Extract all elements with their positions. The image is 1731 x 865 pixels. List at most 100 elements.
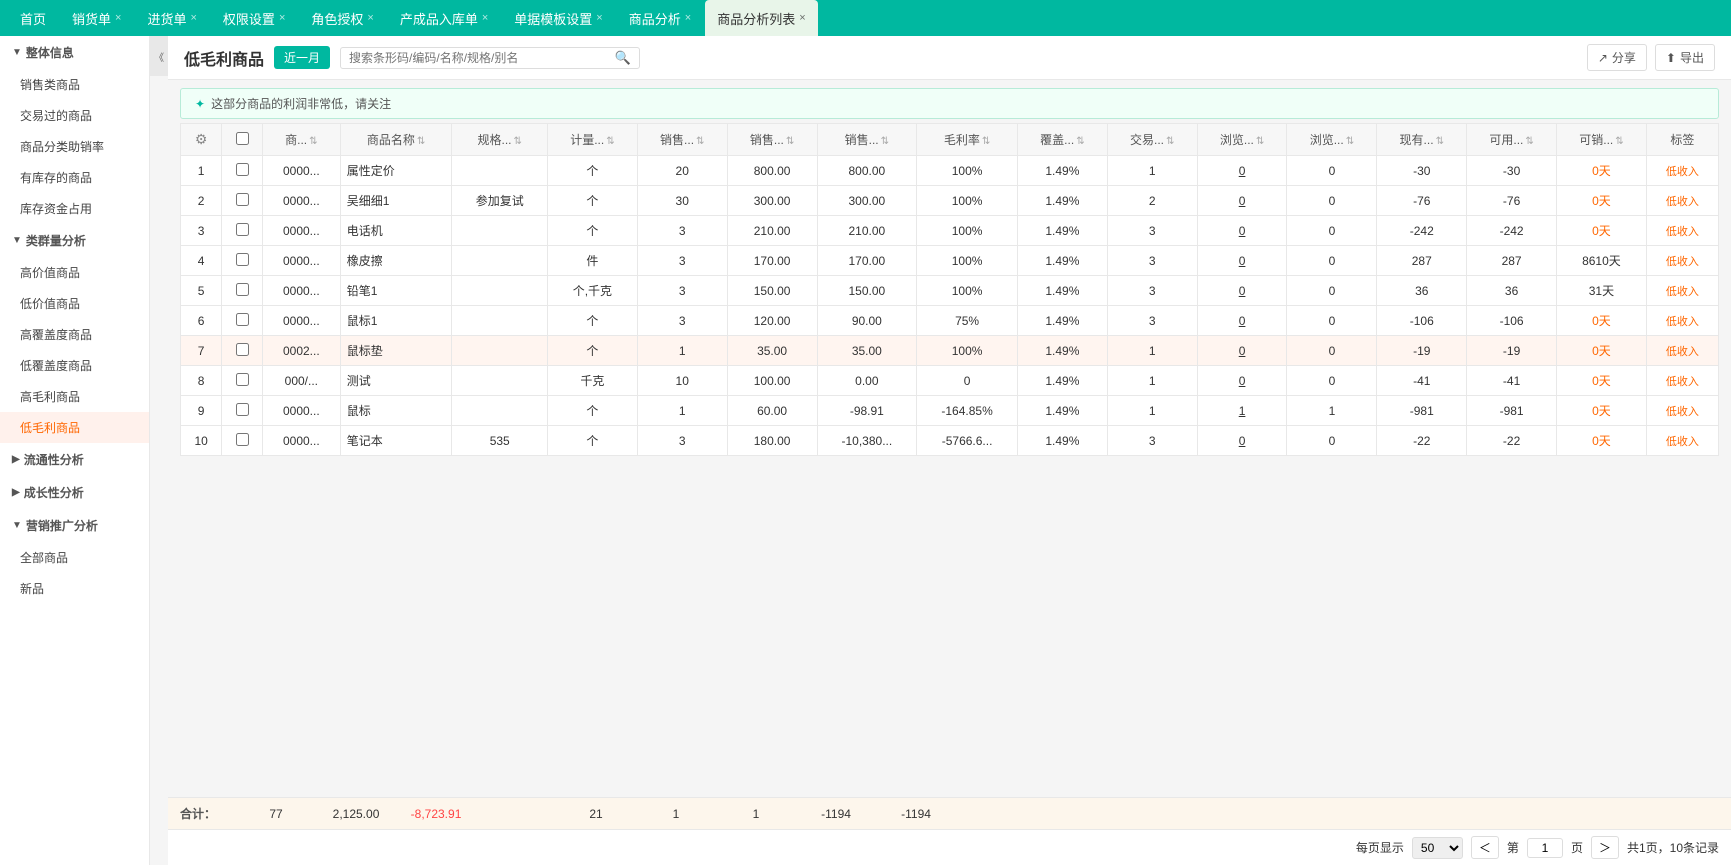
col-tag[interactable]: 标签 <box>1646 124 1718 156</box>
col-coverage[interactable]: 覆盖...⇅ <box>1017 124 1107 156</box>
page-size-select[interactable]: 50 100 200 <box>1412 837 1463 859</box>
row-checkbox[interactable] <box>236 253 249 266</box>
sort-icon-b1: ⇅ <box>1256 136 1264 147</box>
nav-template-close[interactable]: × <box>596 12 602 24</box>
nav-purchase-order-close[interactable]: × <box>190 12 196 24</box>
col-browse2[interactable]: 浏览...⇅ <box>1287 124 1377 156</box>
search-input[interactable] <box>349 51 615 65</box>
row-browse1[interactable]: 0 <box>1197 276 1287 306</box>
sidebar-item-low-margin[interactable]: 低毛利商品 <box>0 412 149 443</box>
nav-product-entry-close[interactable]: × <box>482 12 488 24</box>
row-browse1[interactable]: 0 <box>1197 156 1287 186</box>
row-checkbox-cell[interactable] <box>222 336 263 366</box>
date-filter-button[interactable]: 近一月 <box>274 46 330 69</box>
col-checkbox[interactable] <box>222 124 263 156</box>
sidebar-item-sales-products[interactable]: 销售类商品 <box>0 69 149 100</box>
nav-role-auth[interactable]: 角色授权 × <box>299 0 385 36</box>
sidebar-item-category-rate[interactable]: 商品分类助销率 <box>0 131 149 162</box>
sidebar-group-overall[interactable]: ▼ 整体信息 <box>0 36 149 69</box>
nav-permission-close[interactable]: × <box>279 12 285 24</box>
sidebar-item-traded-products[interactable]: 交易过的商品 <box>0 100 149 131</box>
col-name[interactable]: 商品名称⇅ <box>340 124 452 156</box>
col-current[interactable]: 现有...⇅ <box>1377 124 1467 156</box>
col-sales-amount[interactable]: 销售...⇅ <box>817 124 917 156</box>
nav-sales-order[interactable]: 销货单 × <box>60 0 133 36</box>
sidebar-group-marketing[interactable]: ▼ 营销推广分析 <box>0 509 149 542</box>
col-code[interactable]: 商...⇅ <box>262 124 340 156</box>
nav-analysis-list-close[interactable]: × <box>799 12 805 24</box>
col-sales-qty[interactable]: 销售...⇅ <box>637 124 727 156</box>
nav-template-settings[interactable]: 单据模板设置 × <box>502 0 614 36</box>
col-available[interactable]: 可用...⇅ <box>1467 124 1557 156</box>
arrow-icon-2: ▼ <box>12 235 22 246</box>
sidebar-item-new-products[interactable]: 新品 <box>0 573 149 604</box>
row-checkbox-cell[interactable] <box>222 276 263 306</box>
row-checkbox-cell[interactable] <box>222 366 263 396</box>
col-sales-price[interactable]: 销售...⇅ <box>727 124 817 156</box>
next-page-button[interactable]: ＞ <box>1591 836 1619 859</box>
row-checkbox-cell[interactable] <box>222 186 263 216</box>
row-spec <box>452 156 548 186</box>
sidebar-group-cluster[interactable]: ▼ 类群量分析 <box>0 224 149 257</box>
row-checkbox[interactable] <box>236 373 249 386</box>
nav-home[interactable]: 首页 <box>8 0 58 36</box>
col-setting[interactable]: ⚙ <box>181 124 222 156</box>
nav-permission[interactable]: 权限设置 × <box>211 0 297 36</box>
row-browse1[interactable]: 0 <box>1197 216 1287 246</box>
row-checkbox[interactable] <box>236 313 249 326</box>
sidebar-item-high-margin[interactable]: 高毛利商品 <box>0 381 149 412</box>
col-gross-rate[interactable]: 毛利率⇅ <box>917 124 1018 156</box>
row-browse2: 0 <box>1287 156 1377 186</box>
share-button[interactable]: ↗ 分享 <box>1587 44 1647 71</box>
row-checkbox-cell[interactable] <box>222 216 263 246</box>
row-checkbox-cell[interactable] <box>222 156 263 186</box>
sidebar-item-high-value[interactable]: 高价值商品 <box>0 257 149 288</box>
row-browse1[interactable]: 0 <box>1197 186 1287 216</box>
row-checkbox[interactable] <box>236 163 249 176</box>
nav-product-entry[interactable]: 产成品入库单 × <box>388 0 500 36</box>
nav-sales-order-close[interactable]: × <box>115 12 121 24</box>
row-checkbox[interactable] <box>236 223 249 236</box>
col-unit[interactable]: 计量...⇅ <box>547 124 637 156</box>
row-browse1[interactable]: 0 <box>1197 246 1287 276</box>
row-checkbox-cell[interactable] <box>222 306 263 336</box>
row-checkbox[interactable] <box>236 343 249 356</box>
row-sales-amount: -98.91 <box>817 396 917 426</box>
row-checkbox[interactable] <box>236 433 249 446</box>
sidebar-item-all-products[interactable]: 全部商品 <box>0 542 149 573</box>
row-checkbox[interactable] <box>236 403 249 416</box>
col-browse1[interactable]: 浏览...⇅ <box>1197 124 1287 156</box>
prev-page-button[interactable]: ＜ <box>1471 836 1499 859</box>
col-transaction[interactable]: 交易...⇅ <box>1107 124 1197 156</box>
row-browse1[interactable]: 0 <box>1197 336 1287 366</box>
row-checkbox-cell[interactable] <box>222 426 263 456</box>
gear-icon[interactable]: ⚙ <box>195 131 208 147</box>
nav-purchase-order[interactable]: 进货单 × <box>135 0 208 36</box>
row-checkbox-cell[interactable] <box>222 396 263 426</box>
sidebar-item-stock-fund[interactable]: 库存资金占用 <box>0 193 149 224</box>
nav-analysis-close[interactable]: × <box>685 12 691 24</box>
sidebar-collapse-button[interactable]: 《 <box>150 36 168 76</box>
page-number-input[interactable] <box>1527 838 1563 858</box>
nav-role-auth-close[interactable]: × <box>367 12 373 24</box>
row-browse1[interactable]: 1 <box>1197 396 1287 426</box>
row-browse1[interactable]: 0 <box>1197 366 1287 396</box>
row-sales-qty: 20 <box>637 156 727 186</box>
row-checkbox[interactable] <box>236 283 249 296</box>
sidebar-item-high-coverage[interactable]: 高覆盖度商品 <box>0 319 149 350</box>
sidebar-item-stocked-products[interactable]: 有库存的商品 <box>0 162 149 193</box>
nav-product-analysis-list[interactable]: 商品分析列表 × <box>705 0 817 36</box>
row-checkbox[interactable] <box>236 193 249 206</box>
row-browse1[interactable]: 0 <box>1197 306 1287 336</box>
sidebar-item-low-coverage[interactable]: 低覆盖度商品 <box>0 350 149 381</box>
sidebar-group-growth[interactable]: ▶ 成长性分析 <box>0 476 149 509</box>
sidebar-group-circulation[interactable]: ▶ 流通性分析 <box>0 443 149 476</box>
export-button[interactable]: ⬆ 导出 <box>1655 44 1715 71</box>
nav-product-analysis[interactable]: 商品分析 × <box>617 0 703 36</box>
row-browse1[interactable]: 0 <box>1197 426 1287 456</box>
col-spec[interactable]: 规格...⇅ <box>452 124 548 156</box>
sidebar-item-low-value[interactable]: 低价值商品 <box>0 288 149 319</box>
select-all-checkbox[interactable] <box>236 132 249 145</box>
row-checkbox-cell[interactable] <box>222 246 263 276</box>
col-saleable[interactable]: 可销...⇅ <box>1557 124 1647 156</box>
